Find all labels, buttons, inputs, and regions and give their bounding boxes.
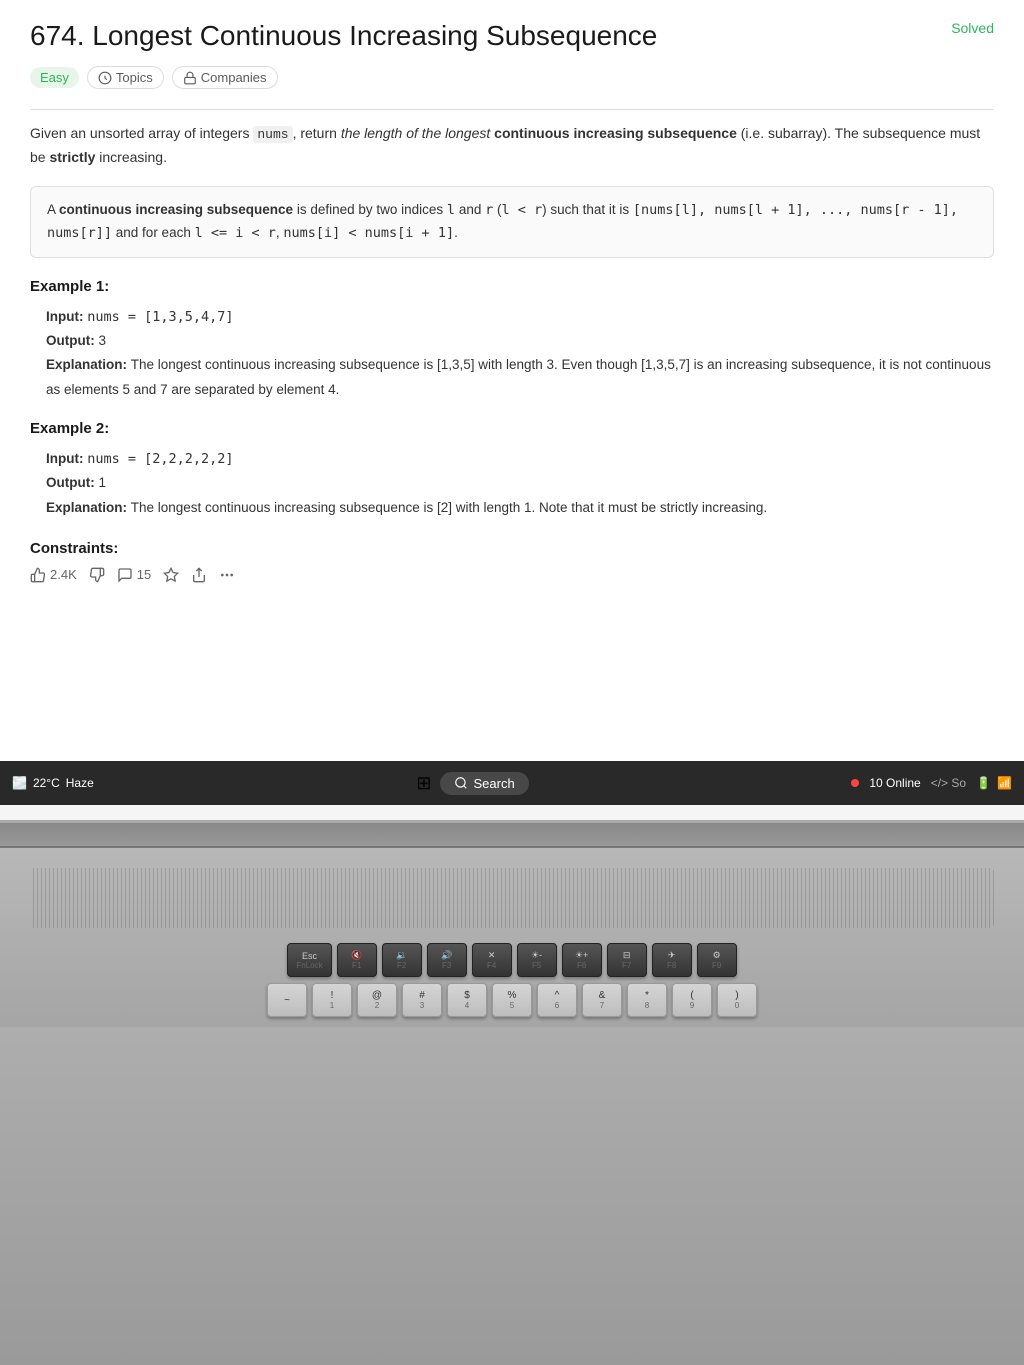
online-dot [851, 776, 859, 790]
key-2[interactable]: @2 [357, 983, 397, 1017]
constraints-title: Constraints: [30, 540, 994, 557]
search-icon [454, 776, 468, 790]
online-count: 10 Online [869, 776, 920, 790]
comment-icon [117, 567, 133, 583]
weather-desc: Haze [66, 776, 94, 790]
more-stat[interactable] [219, 567, 235, 583]
share-stat[interactable] [191, 567, 207, 583]
taskbar: 🌫️ 22°C Haze ⊞ Search 10 Online </> So 🔋… [0, 761, 1024, 805]
weather-icon: 🌫️ [12, 776, 27, 790]
browser-content: Solved 674. Longest Continuous Increasin… [0, 0, 1024, 780]
key-1[interactable]: !1 [312, 983, 352, 1017]
key-f7[interactable]: ⊟ F7 [607, 943, 647, 977]
key-tilde[interactable]: ~ [267, 983, 307, 1017]
key-f3[interactable]: 🔊 F3 [427, 943, 467, 977]
taskbar-search[interactable]: Search [440, 772, 529, 795]
key-7[interactable]: &7 [582, 983, 622, 1017]
key-9[interactable]: (9 [672, 983, 712, 1017]
problem-description: Given an unsorted array of integers nums… [30, 122, 994, 170]
example-2: Example 2: Input: nums = [2,2,2,2,2] Out… [30, 420, 994, 520]
key-f1[interactable]: 🔇 F1 [337, 943, 377, 977]
key-f2[interactable]: 🔉 F2 [382, 943, 422, 977]
key-f5[interactable]: ☀- F5 [517, 943, 557, 977]
difficulty-tag[interactable]: Easy [30, 67, 79, 88]
topics-tag[interactable]: Topics [87, 66, 164, 89]
example-1-input: Input: nums = [1,3,5,4,7] [46, 305, 994, 329]
constraints-section: Constraints: 2.4K [30, 540, 994, 583]
key-5[interactable]: %5 [492, 983, 532, 1017]
weather-temp: 22°C [33, 776, 60, 790]
divider [30, 109, 994, 110]
windows-icon[interactable]: ⊞ [416, 773, 431, 794]
example-2-title: Example 2: [30, 420, 994, 437]
star-icon [163, 567, 179, 583]
key-3[interactable]: #3 [402, 983, 442, 1017]
definition-box: A continuous increasing subsequence is d… [30, 186, 994, 258]
comments-stat[interactable]: 15 [117, 567, 151, 583]
key-f6[interactable]: ☀+ F6 [562, 943, 602, 977]
key-0[interactable]: )0 [717, 983, 757, 1017]
example-2-explanation: Explanation: The longest continuous incr… [46, 496, 994, 520]
example-2-input: Input: nums = [2,2,2,2,2] [46, 447, 994, 471]
lock-icon [183, 71, 197, 85]
key-f9[interactable]: ⚙ F9 [697, 943, 737, 977]
like-icon [30, 567, 46, 583]
topics-icon [98, 71, 112, 85]
problem-title: 674. Longest Continuous Increasing Subse… [30, 20, 994, 52]
function-key-row: Esc FnLock 🔇 F1 🔉 F2 🔊 F3 ✕ F4 [30, 943, 994, 977]
key-6[interactable]: ^6 [537, 983, 577, 1017]
speaker-grille [30, 868, 994, 928]
definition-text: A continuous increasing subsequence is d… [47, 199, 977, 245]
bottom-bar: 2.4K 15 [30, 567, 994, 583]
example-2-output: Output: 1 [46, 471, 994, 495]
dislike-icon [89, 567, 105, 583]
battery-icon: 🔋 [976, 776, 991, 790]
likes-stat[interactable]: 2.4K [30, 567, 77, 583]
example-2-content: Input: nums = [2,2,2,2,2] Output: 1 Expl… [30, 447, 994, 520]
tags-row: Easy Topics Companies [30, 66, 994, 89]
example-1-output: Output: 3 [46, 329, 994, 353]
screen: Solved 674. Longest Continuous Increasin… [0, 0, 1024, 820]
example-1: Example 1: Input: nums = [1,3,5,4,7] Out… [30, 278, 994, 402]
keyboard-rows: Esc FnLock 🔇 F1 🔉 F2 🔊 F3 ✕ F4 [30, 943, 994, 1017]
key-f8[interactable]: ✈ F8 [652, 943, 692, 977]
code-label: </> So [931, 776, 966, 790]
solved-badge: Solved [951, 20, 994, 36]
wifi-icon: 📶 [997, 776, 1012, 790]
share-icon [191, 567, 207, 583]
number-key-row: ~ !1 @2 #3 $4 %5 ^6 &7 *8 (9 )0 [30, 983, 994, 1017]
taskbar-right: 10 Online </> So 🔋 📶 [851, 776, 1012, 790]
star-stat[interactable] [163, 567, 179, 583]
taskbar-center: ⊞ Search [94, 772, 852, 795]
key-8[interactable]: *8 [627, 983, 667, 1017]
key-f4[interactable]: ✕ F4 [472, 943, 512, 977]
system-tray: 🔋 📶 [976, 776, 1012, 790]
example-1-content: Input: nums = [1,3,5,4,7] Output: 3 Expl… [30, 305, 994, 402]
example-1-title: Example 1: [30, 278, 994, 295]
keyboard-area: Esc FnLock 🔇 F1 🔉 F2 🔊 F3 ✕ F4 [0, 848, 1024, 1027]
companies-tag[interactable]: Companies [172, 66, 278, 89]
key-4[interactable]: $4 [447, 983, 487, 1017]
example-1-explanation: Explanation: The longest continuous incr… [46, 353, 994, 402]
laptop-body: Esc FnLock 🔇 F1 🔉 F2 🔊 F3 ✕ F4 [0, 820, 1024, 1365]
more-icon [219, 567, 235, 583]
dislike-stat[interactable] [89, 567, 105, 583]
key-esc[interactable]: Esc FnLock [287, 943, 331, 977]
laptop-hinge [0, 823, 1024, 848]
taskbar-left: 🌫️ 22°C Haze [12, 776, 94, 790]
